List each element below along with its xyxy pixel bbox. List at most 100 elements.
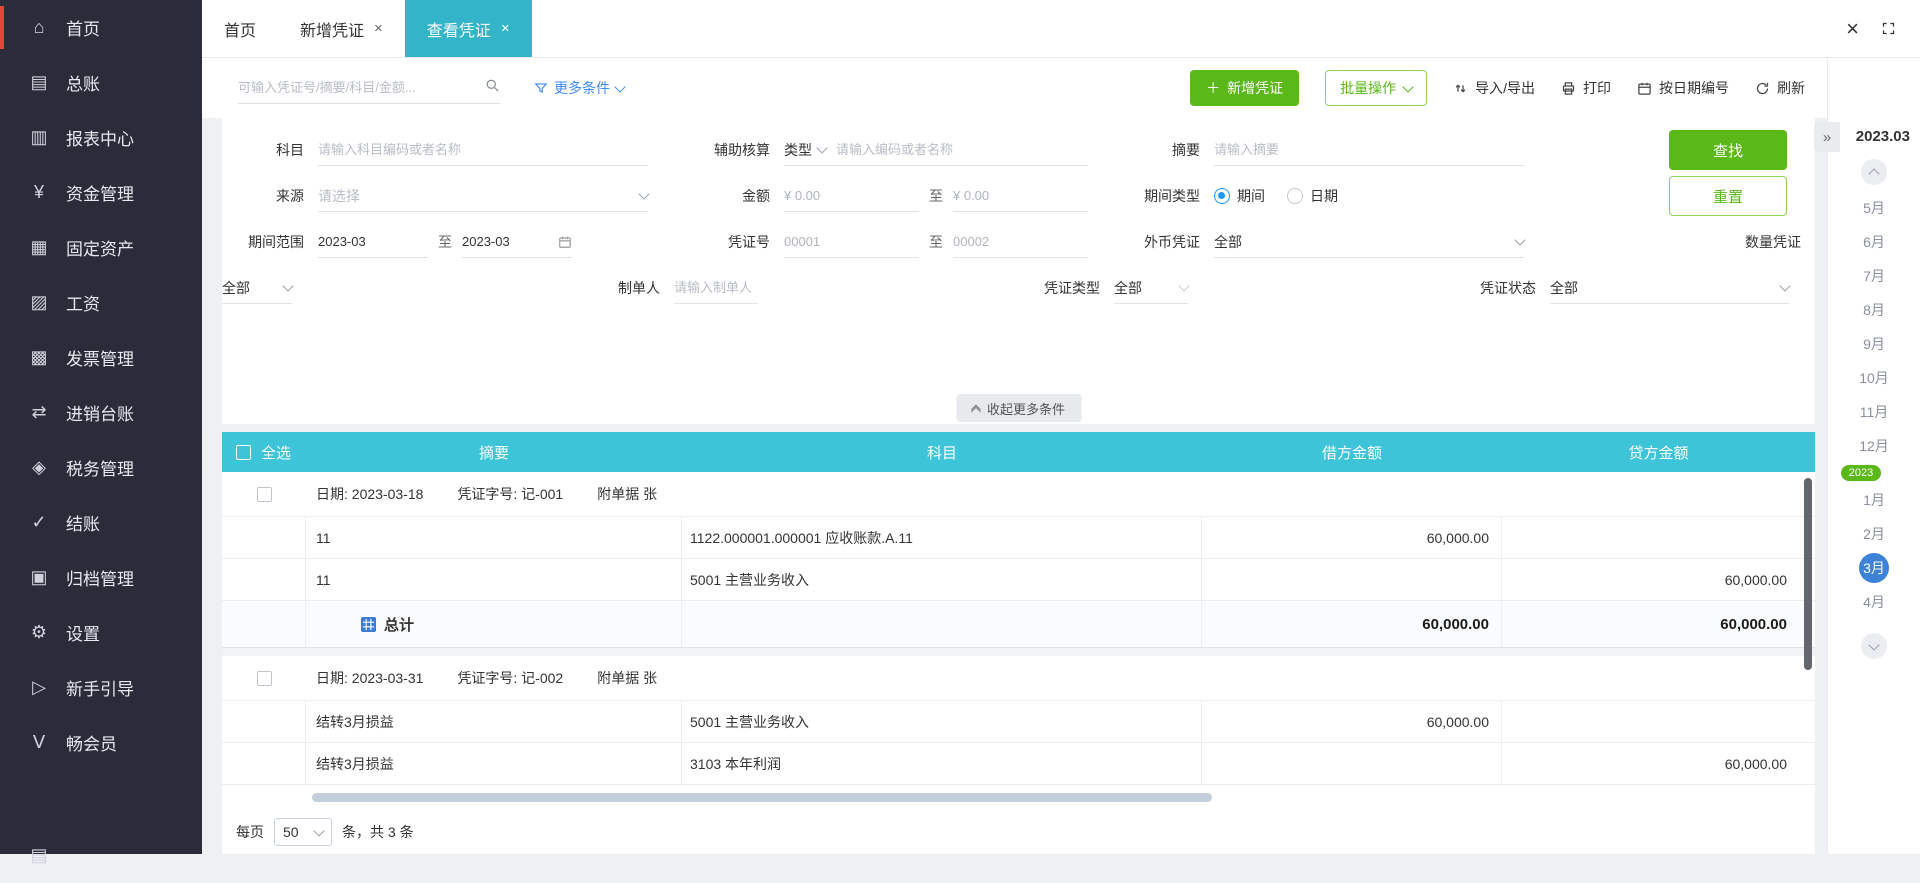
cell-account: 1122.000001.000001 应收账款.A.11 — [682, 517, 1202, 558]
tab-view-voucher[interactable]: 查看凭证 × — [404, 0, 532, 57]
sidebar-item-tax-management[interactable]: ◈ 税务管理 — [0, 440, 202, 495]
foreign-currency-label: 外币凭证 — [1144, 234, 1200, 250]
print-button[interactable]: 打印 — [1561, 78, 1611, 98]
rail-month-aug[interactable]: 8月 — [1828, 293, 1920, 327]
rail-scroll-up-button[interactable] — [1861, 159, 1887, 185]
sidebar-item-settings[interactable]: ⚙ 设置 — [0, 605, 202, 660]
select-all-checkbox[interactable] — [236, 444, 251, 460]
rail-scroll-down-button[interactable] — [1861, 633, 1887, 659]
rail-month-sep[interactable]: 9月 — [1828, 327, 1920, 361]
aux-input[interactable] — [836, 142, 1088, 157]
fund-management-icon: ¥ — [33, 182, 44, 202]
search-icon[interactable] — [485, 78, 500, 98]
column-header-account: 科目 — [926, 444, 957, 462]
general-ledger-icon: ▤ — [30, 72, 48, 92]
more-filters-toggle[interactable]: 更多条件 — [534, 78, 626, 98]
sidebar-item-payroll[interactable]: ▨ 工资 — [0, 275, 202, 330]
sidebar-item-home[interactable]: ⌂ 首页 — [0, 0, 202, 55]
total-label: 总计 — [384, 616, 415, 634]
voucher-type-select[interactable]: 全部 — [1114, 272, 1190, 304]
rail-month-feb[interactable]: 2月 — [1828, 517, 1920, 551]
voucher-no-to-input[interactable] — [953, 234, 1088, 249]
horizontal-scrollbar[interactable] — [312, 793, 1212, 802]
rail-month-apr[interactable]: 4月 — [1828, 585, 1920, 619]
sidebar-item-closing[interactable]: ✓ 结账 — [0, 495, 202, 550]
archive-icon: ▣ — [30, 567, 48, 587]
fullscreen-icon[interactable] — [1881, 21, 1896, 36]
number-by-date-button[interactable]: 按日期编号 — [1637, 78, 1729, 98]
source-select[interactable]: 请选择 — [318, 180, 650, 212]
tab-new-voucher[interactable]: 新增凭证 × — [278, 0, 405, 57]
add-voucher-button[interactable]: ＋ 新增凭证 — [1190, 70, 1300, 106]
date-radio[interactable] — [1287, 188, 1303, 204]
table-row[interactable]: 结转3月损益 3103 本年利润 60,000.00 — [222, 743, 1815, 785]
summary-input[interactable] — [1214, 142, 1524, 157]
sidebar-item-report-center[interactable]: ▥ 报表中心 — [0, 110, 202, 165]
close-tab-icon[interactable]: × — [374, 20, 383, 37]
cell-account: 3103 本年利润 — [682, 743, 1202, 784]
rail-collapse-button[interactable]: » — [1814, 122, 1840, 152]
sidebar-item-label: 资金管理 — [66, 185, 134, 204]
voucher-search-field[interactable] — [238, 72, 500, 104]
tab-home[interactable]: 首页 — [202, 0, 278, 57]
amount-from-input[interactable] — [784, 188, 919, 203]
search-button[interactable]: 查找 — [1669, 130, 1787, 170]
cell-summary: 结转3月损益 — [306, 743, 682, 784]
reset-button[interactable]: 重置 — [1669, 176, 1787, 216]
quantity-voucher-select[interactable]: 全部 — [222, 272, 294, 304]
window-close-icon[interactable]: × — [1846, 17, 1859, 40]
sidebar-item-purchase-sales-ledger[interactable]: ⇄ 进销台账 — [0, 385, 202, 440]
aux-accounting-field[interactable]: 类型 — [784, 134, 1088, 166]
row-checkbox[interactable] — [256, 670, 272, 686]
collapse-filters-button[interactable]: 收起更多条件 — [955, 394, 1082, 422]
sidebar-item-archive[interactable]: ▣ 归档管理 — [0, 550, 202, 605]
row-checkbox[interactable] — [256, 486, 272, 502]
aux-accounting-label: 辅助核算 — [714, 142, 770, 158]
sidebar-item-fund-management[interactable]: ¥ 资金管理 — [0, 165, 202, 220]
period-from-input[interactable] — [318, 234, 428, 249]
voucher-no-from-input[interactable] — [784, 234, 919, 249]
refresh-button[interactable]: 刷新 — [1755, 78, 1805, 98]
close-tab-icon[interactable]: × — [501, 20, 510, 37]
rail-month-nov[interactable]: 11月 — [1828, 395, 1920, 429]
sidebar-item-fixed-assets[interactable]: ▦ 固定资产 — [0, 220, 202, 275]
period-to-input[interactable] — [462, 234, 554, 249]
period-radio[interactable] — [1214, 188, 1230, 204]
voucher-group-header: 日期: 2023-03-31 凭证字号: 记-002 附单据 张 — [222, 656, 1815, 701]
guide-icon: ▷ — [32, 677, 46, 697]
cell-debit: 60,000.00 — [1202, 517, 1502, 558]
table-row[interactable]: 11 1122.000001.000001 应收账款.A.11 60,000.0… — [222, 517, 1815, 559]
maker-input[interactable] — [674, 280, 758, 295]
batch-operations-button[interactable]: 批量操作 — [1325, 70, 1428, 106]
rail-month-mar-active[interactable]: 3月 — [1828, 551, 1920, 585]
rail-month-dec[interactable]: 12月 — [1828, 429, 1920, 463]
vertical-scrollbar[interactable] — [1804, 478, 1812, 670]
foreign-currency-select[interactable]: 全部 — [1214, 226, 1526, 258]
per-page-select[interactable]: 50 — [274, 818, 332, 846]
rail-month-oct[interactable]: 10月 — [1828, 361, 1920, 395]
search-input[interactable] — [238, 80, 479, 95]
amount-to-input[interactable] — [953, 188, 1088, 203]
table-row[interactable]: 结转3月损益 5001 主营业务收入 60,000.00 — [222, 701, 1815, 743]
rail-month-jan[interactable]: 1月 — [1828, 483, 1920, 517]
rail-month-may[interactable]: 5月 — [1828, 191, 1920, 225]
import-export-button[interactable]: 导入/导出 — [1453, 78, 1535, 98]
voucher-status-select[interactable]: 全部 — [1550, 272, 1791, 304]
subject-field[interactable] — [318, 134, 648, 166]
aux-type-select[interactable]: 类型 — [784, 140, 828, 160]
sidebar-item-general-ledger[interactable]: ▤ 总账 — [0, 55, 202, 110]
sidebar-item-invoice-management[interactable]: ▩ 发票管理 — [0, 330, 202, 385]
cell-debit: 60,000.00 — [1202, 701, 1502, 742]
period-range-field: 至 — [318, 226, 648, 258]
calendar-icon[interactable] — [558, 235, 572, 249]
sidebar-item-member[interactable]: Ⅴ 畅会员 — [0, 715, 202, 770]
rail-month-jul[interactable]: 7月 — [1828, 259, 1920, 293]
table-row[interactable]: 11 5001 主营业务收入 60,000.00 — [222, 559, 1815, 601]
sidebar-item-guide[interactable]: ▷ 新手引导 — [0, 660, 202, 715]
subject-input[interactable] — [318, 142, 648, 157]
maker-field[interactable] — [674, 272, 758, 304]
rail-month-jun[interactable]: 6月 — [1828, 225, 1920, 259]
summary-field[interactable] — [1214, 134, 1524, 166]
chevron-down-icon — [282, 280, 294, 292]
sidebar-item-clipped[interactable]: ▤ — [0, 828, 202, 883]
